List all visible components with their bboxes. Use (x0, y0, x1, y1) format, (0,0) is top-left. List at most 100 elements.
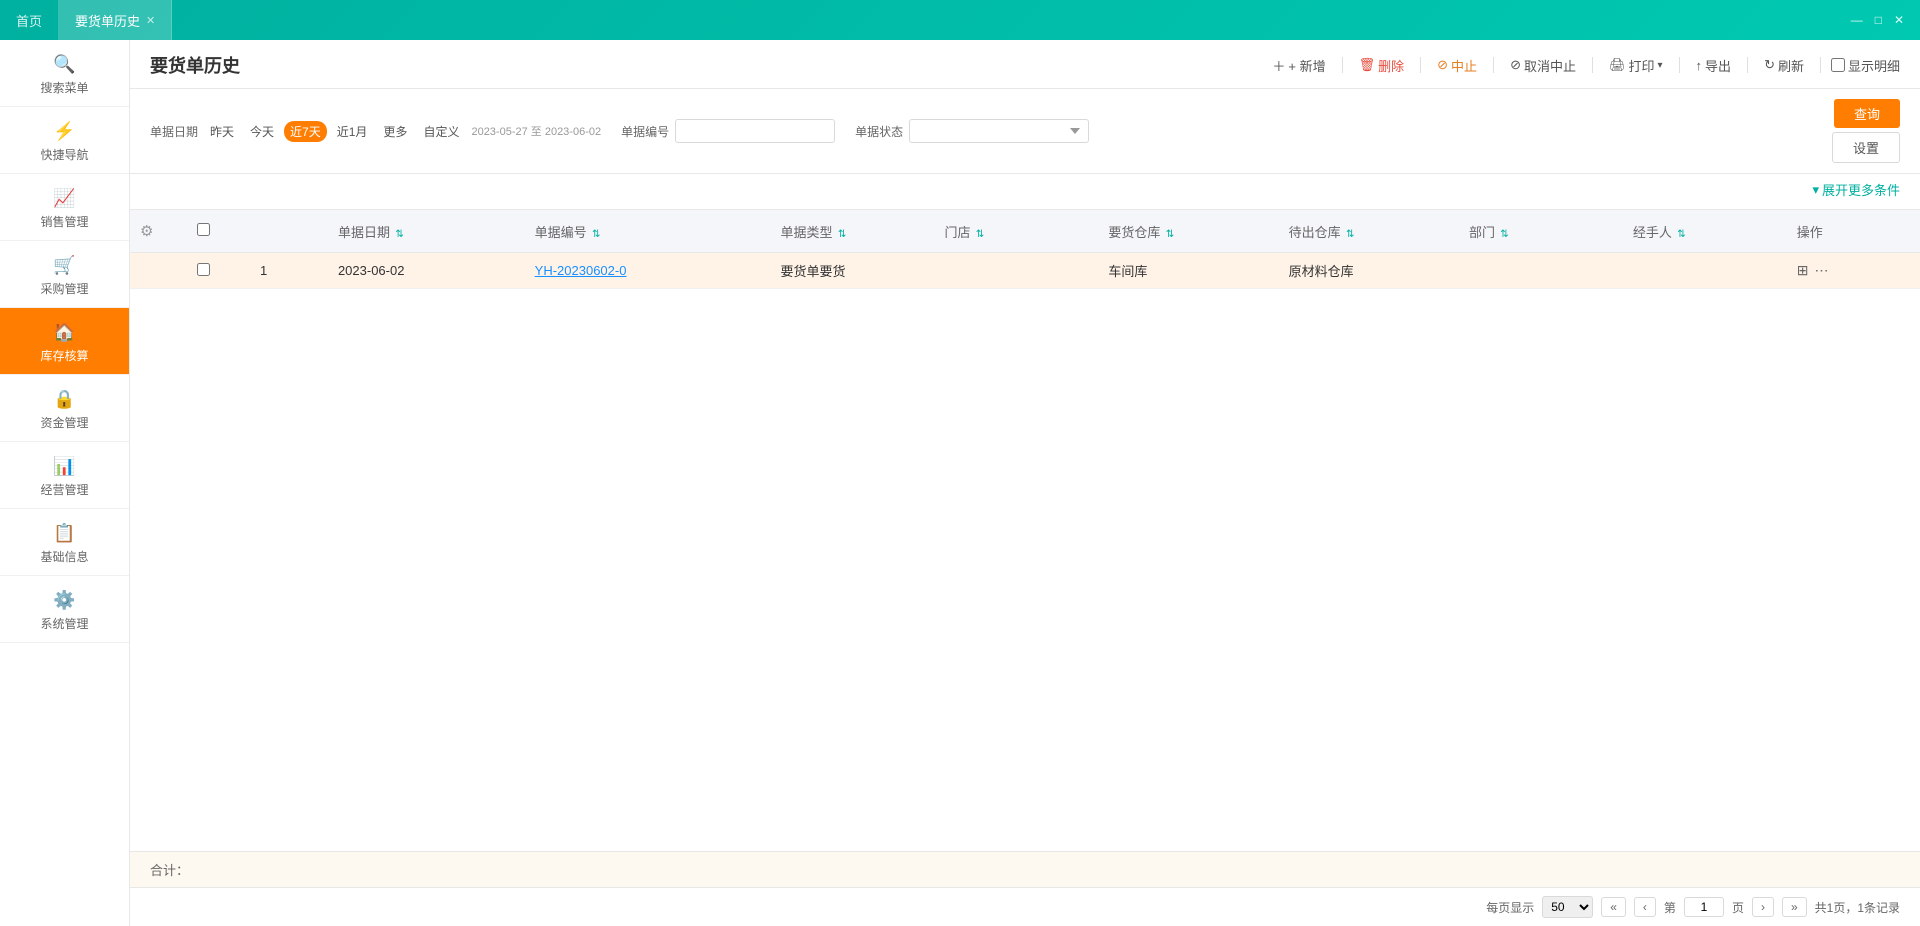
th-type[interactable]: 单据类型 ⇅ (773, 210, 937, 253)
date-btn-yesterday[interactable]: 昨天 (204, 121, 240, 142)
sort-num-icon: ⇅ (592, 229, 600, 240)
column-settings-icon[interactable]: ⚙ (138, 220, 155, 242)
sidebar-item-inventory[interactable]: 🏠 库存核算 (0, 308, 129, 375)
display-detail-checkbox[interactable] (1831, 58, 1845, 72)
table-row[interactable]: 1 2023-06-02 YH-20230602-0 要货单要货 (130, 253, 1920, 289)
th-pending[interactable]: 待出仓库 ⇅ (1281, 210, 1461, 253)
table-header: ⚙ 单据日期 ⇅ 单据编号 ⇅ (130, 210, 1920, 253)
tab-close-icon[interactable]: ✕ (146, 14, 155, 27)
date-btn-7days[interactable]: 近7天 (284, 121, 327, 142)
td-checkbox[interactable] (189, 253, 248, 289)
toolbar: ＋ + 新增 🗑 删除 ⊘ 中止 ⊘ (1266, 53, 1900, 78)
th-dept-label: 部门 (1469, 225, 1495, 240)
row-view-icon[interactable]: ⊞ (1797, 262, 1809, 279)
divider7 (1820, 57, 1821, 73)
table-container: ⚙ 单据日期 ⇅ 单据编号 ⇅ (130, 210, 1920, 851)
basicinfo-icon: 📋 (53, 523, 75, 544)
new-button[interactable]: ＋ + 新增 (1266, 53, 1331, 78)
row-docnum-link[interactable]: YH-20230602-0 (535, 263, 627, 278)
th-setting[interactable]: ⚙ (130, 210, 189, 253)
row-no: 1 (260, 263, 267, 278)
th-date[interactable]: 单据日期 ⇅ (330, 210, 527, 253)
th-dept[interactable]: 部门 ⇅ (1461, 210, 1625, 253)
pagination-next-btn[interactable]: › (1752, 897, 1774, 917)
date-btn-custom[interactable]: 自定义 (417, 121, 465, 142)
sort-dept-icon: ⇅ (1500, 229, 1508, 240)
th-store[interactable]: 门店 ⇅ (936, 210, 1100, 253)
window-close-icon[interactable]: ✕ (1894, 13, 1904, 27)
date-filter-group: 单据日期 昨天 今天 近7天 近1月 更多 自定义 2023-05-27 至 2… (150, 121, 601, 142)
tab-home-label: 首页 (16, 11, 42, 30)
display-detail-toggle[interactable]: 显示明细 (1831, 56, 1900, 75)
select-all-checkbox[interactable] (197, 223, 210, 236)
sidebar-item-basicinfo[interactable]: 📋 基础信息 (0, 509, 129, 576)
cancel-stop-label: 取消中止 (1524, 56, 1576, 75)
new-icon: ＋ (1272, 56, 1285, 75)
page-suffix: 页 (1732, 899, 1744, 916)
settings-button[interactable]: 设置 (1832, 132, 1900, 163)
main-layout: 🔍 搜索菜单 ⚡ 快捷导航 📈 销售管理 🛒 采购管理 🏠 库存核算 🔒 资金管… (0, 40, 1920, 926)
row-warehouse: 车间库 (1108, 264, 1147, 279)
tab-requisition-label: 要货单历史 (75, 11, 140, 30)
tab-home[interactable]: 首页 (0, 0, 59, 40)
date-btn-more[interactable]: 更多 (377, 121, 413, 142)
sidebar-search-label: 搜索菜单 (40, 79, 88, 96)
window-minimize-icon[interactable]: — (1851, 13, 1863, 27)
status-label: 单据状态 (855, 123, 903, 140)
th-checkbox[interactable] (189, 210, 248, 253)
expand-more-button[interactable]: ▾ 展开更多条件 (1812, 180, 1900, 199)
date-shortcut-buttons: 昨天 今天 近7天 近1月 更多 自定义 (204, 121, 465, 142)
pagination-last-btn[interactable]: » (1782, 897, 1807, 917)
td-action: ⊞ ⋯ (1789, 253, 1920, 289)
pagination-first-btn[interactable]: « (1601, 897, 1626, 917)
print-chevron-icon: ▾ (1658, 60, 1663, 71)
export-button[interactable]: ↑ 导出 (1690, 53, 1738, 78)
print-button[interactable]: 🖨 打印 ▾ (1603, 53, 1669, 78)
sidebar-item-purchase[interactable]: 🛒 采购管理 (0, 241, 129, 308)
th-num-label: 单据编号 (535, 225, 587, 240)
row-more-icon[interactable]: ⋯ (1814, 262, 1828, 279)
row-checkbox[interactable] (197, 263, 210, 276)
cancel-stop-icon: ⊘ (1510, 57, 1521, 73)
status-select[interactable] (909, 119, 1089, 143)
td-no: 1 (248, 253, 330, 289)
date-btn-today[interactable]: 今天 (244, 121, 280, 142)
sort-type-icon: ⇅ (838, 229, 846, 240)
refresh-label: 刷新 (1778, 56, 1804, 75)
docno-label: 单据编号 (621, 123, 669, 140)
refresh-button[interactable]: ↻ 刷新 (1758, 53, 1810, 78)
expand-label: 展开更多条件 (1822, 180, 1900, 199)
td-num[interactable]: YH-20230602-0 (527, 253, 773, 289)
sidebar-item-operations[interactable]: 📊 经营管理 (0, 442, 129, 509)
pagination-prev-btn[interactable]: ‹ (1634, 897, 1656, 917)
stop-button[interactable]: ⊘ 中止 (1431, 53, 1483, 78)
th-warehouse[interactable]: 要货仓库 ⇅ (1100, 210, 1280, 253)
docno-input[interactable] (675, 119, 835, 143)
filter-expand-bar: ▾ 展开更多条件 (130, 174, 1920, 210)
delete-button[interactable]: 🗑 删除 (1353, 53, 1411, 78)
query-button[interactable]: 查询 (1834, 99, 1900, 128)
sidebar-item-sales[interactable]: 📈 销售管理 (0, 174, 129, 241)
th-warehouse-label: 要货仓库 (1108, 225, 1160, 240)
th-num[interactable]: 单据编号 ⇅ (527, 210, 773, 253)
stop-label: 中止 (1451, 56, 1477, 75)
th-operator[interactable]: 经手人 ⇅ (1625, 210, 1789, 253)
tab-requisition-history[interactable]: 要货单历史 ✕ (59, 0, 172, 40)
cancel-stop-button[interactable]: ⊘ 取消中止 (1504, 53, 1582, 78)
sidebar-item-system[interactable]: ⚙️ 系统管理 (0, 576, 129, 643)
sidebar-item-search[interactable]: 🔍 搜索菜单 (0, 40, 129, 107)
th-pending-label: 待出仓库 (1289, 225, 1341, 240)
purchase-icon: 🛒 (53, 255, 75, 276)
per-page-select[interactable]: 50 20 100 200 (1542, 896, 1593, 918)
td-store (936, 253, 1100, 289)
th-store-label: 门店 (944, 225, 970, 240)
sidebar-operations-label: 经营管理 (40, 481, 88, 498)
sidebar-sales-label: 销售管理 (40, 213, 88, 230)
tab-bar: 首页 要货单历史 ✕ (0, 0, 172, 40)
window-maximize-icon[interactable]: □ (1875, 13, 1882, 27)
th-operator-label: 经手人 (1633, 225, 1672, 240)
page-input[interactable] (1684, 897, 1724, 917)
sidebar-item-finance[interactable]: 🔒 资金管理 (0, 375, 129, 442)
sidebar-item-quicknav[interactable]: ⚡ 快捷导航 (0, 107, 129, 174)
date-btn-1month[interactable]: 近1月 (331, 121, 374, 142)
